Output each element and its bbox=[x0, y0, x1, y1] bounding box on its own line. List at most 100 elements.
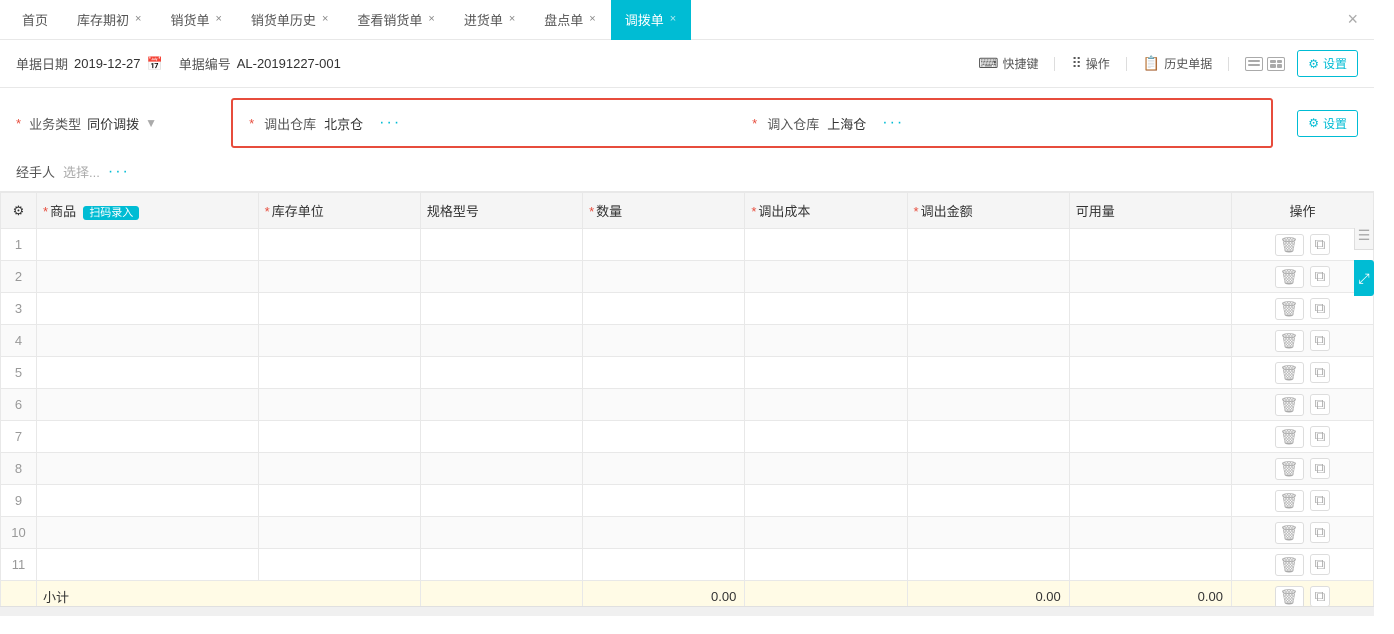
row-goods-1[interactable] bbox=[37, 229, 259, 261]
delete-icon-1[interactable]: 🗑 bbox=[1275, 234, 1304, 256]
row-goods-11[interactable] bbox=[37, 549, 259, 581]
tab-bar-close-btn[interactable]: × bbox=[1339, 9, 1366, 30]
row-qty-7[interactable] bbox=[583, 421, 745, 453]
delete-icon-10[interactable]: 🗑 bbox=[1275, 522, 1304, 544]
row-qty-6[interactable] bbox=[583, 389, 745, 421]
tab-inventory-close[interactable]: × bbox=[589, 14, 595, 25]
row-goods-4[interactable] bbox=[37, 325, 259, 357]
tab-purchase-order[interactable]: 进货单 × bbox=[450, 0, 530, 40]
copy-icon-11[interactable]: ⧉ bbox=[1310, 554, 1331, 575]
delete-icon-5[interactable]: 🗑 bbox=[1275, 362, 1304, 384]
tab-sales-order-label: 销货单 bbox=[170, 10, 209, 29]
copy-icon-1[interactable]: ⧉ bbox=[1310, 234, 1331, 255]
gear-icon: ⚙ bbox=[1308, 57, 1319, 71]
copy-icon-9[interactable]: ⧉ bbox=[1310, 490, 1331, 511]
row-qty-8[interactable] bbox=[583, 453, 745, 485]
row-cost-3[interactable] bbox=[745, 293, 907, 325]
row-cost-4[interactable] bbox=[745, 325, 907, 357]
row-goods-3[interactable] bbox=[37, 293, 259, 325]
row-goods-10[interactable] bbox=[37, 517, 259, 549]
scan-badge[interactable]: 扫码录入 bbox=[83, 206, 139, 220]
row-qty-2[interactable] bbox=[583, 261, 745, 293]
handler-more[interactable]: ··· bbox=[108, 163, 130, 181]
handler-select[interactable]: 选择... bbox=[63, 162, 100, 181]
row-qty-4[interactable] bbox=[583, 325, 745, 357]
copy-icon-5[interactable]: ⧉ bbox=[1310, 362, 1331, 383]
row-spec-5 bbox=[420, 357, 582, 389]
delete-icon-9[interactable]: 🗑 bbox=[1275, 490, 1304, 512]
row-goods-6[interactable] bbox=[37, 389, 259, 421]
row-qty-10[interactable] bbox=[583, 517, 745, 549]
row-cost-1[interactable] bbox=[745, 229, 907, 261]
row-cost-7[interactable] bbox=[745, 421, 907, 453]
delete-icon-3[interactable]: 🗑 bbox=[1275, 298, 1304, 320]
delete-icon-4[interactable]: 🗑 bbox=[1275, 330, 1304, 352]
tab-view-sales[interactable]: 查看销货单 × bbox=[343, 0, 449, 40]
operations-btn[interactable]: ⠿ 操作 bbox=[1071, 55, 1109, 72]
copy-icon-6[interactable]: ⧉ bbox=[1310, 394, 1331, 415]
shortcuts-btn[interactable]: ⌨ 快捷键 bbox=[978, 55, 1038, 72]
copy-icon-3[interactable]: ⧉ bbox=[1310, 298, 1331, 319]
th-gear[interactable]: ⚙ bbox=[1, 193, 37, 229]
row-goods-5[interactable] bbox=[37, 357, 259, 389]
view-toggle-grid[interactable] bbox=[1267, 57, 1285, 71]
row-qty-9[interactable] bbox=[583, 485, 745, 517]
copy-icon-2[interactable]: ⧉ bbox=[1310, 266, 1331, 287]
delete-icon-11[interactable]: 🗑 bbox=[1275, 554, 1304, 576]
tab-initial-stock[interactable]: 库存期初 × bbox=[63, 0, 156, 40]
row-goods-2[interactable] bbox=[37, 261, 259, 293]
delete-icon-6[interactable]: 🗑 bbox=[1275, 394, 1304, 416]
in-warehouse-value[interactable]: 上海仓 bbox=[827, 114, 866, 133]
row-qty-3[interactable] bbox=[583, 293, 745, 325]
column-settings-icon[interactable]: ⚙ bbox=[13, 203, 25, 218]
delete-icon-8[interactable]: 🗑 bbox=[1275, 458, 1304, 480]
out-warehouse-more[interactable]: ··· bbox=[379, 114, 401, 132]
row-cost-9[interactable] bbox=[745, 485, 907, 517]
calendar-icon[interactable]: 📅 bbox=[147, 56, 163, 72]
horizontal-scrollbar[interactable] bbox=[0, 606, 1374, 616]
row-cost-8[interactable] bbox=[745, 453, 907, 485]
out-warehouse-value[interactable]: 北京仓 bbox=[324, 114, 363, 133]
row-qty-1[interactable] bbox=[583, 229, 745, 261]
tab-sales-order[interactable]: 销货单 × bbox=[156, 0, 236, 40]
tab-sales-history[interactable]: 销货单历史 × bbox=[237, 0, 343, 40]
row-ops-4: 🗑 ⧉ bbox=[1231, 325, 1373, 357]
tab-sales-order-close[interactable]: × bbox=[215, 14, 221, 25]
tab-view-sales-close[interactable]: × bbox=[428, 14, 434, 25]
in-warehouse-more[interactable]: ··· bbox=[882, 114, 904, 132]
header-area: 单据日期 2019-12-27 📅 单据编号 AL-20191227-001 ⌨… bbox=[0, 40, 1374, 88]
row-goods-8[interactable] bbox=[37, 453, 259, 485]
biz-type-dropdown[interactable]: 同价调拨 ▼ bbox=[87, 114, 207, 133]
subtotal-copy-icon[interactable]: ⧉ bbox=[1310, 586, 1331, 606]
settings-btn[interactable]: ⚙ 设置 bbox=[1297, 50, 1358, 77]
delete-icon-2[interactable]: 🗑 bbox=[1275, 266, 1304, 288]
row-cost-6[interactable] bbox=[745, 389, 907, 421]
copy-icon-8[interactable]: ⧉ bbox=[1310, 458, 1331, 479]
tab-transfer-close[interactable]: × bbox=[670, 14, 676, 25]
copy-icon-4[interactable]: ⧉ bbox=[1310, 330, 1331, 351]
biz-type-field: * 业务类型 同价调拨 ▼ bbox=[16, 114, 207, 133]
subtotal-delete-icon[interactable]: 🗑 bbox=[1275, 586, 1304, 607]
tab-purchase-order-close[interactable]: × bbox=[509, 14, 515, 25]
history-btn[interactable]: 📋 历史单据 bbox=[1143, 55, 1212, 72]
row-cost-10[interactable] bbox=[745, 517, 907, 549]
row-cost-11[interactable] bbox=[745, 549, 907, 581]
tab-inventory[interactable]: 盘点单 × bbox=[530, 0, 610, 40]
delete-icon-7[interactable]: 🗑 bbox=[1275, 426, 1304, 448]
copy-icon-10[interactable]: ⧉ bbox=[1310, 522, 1331, 543]
tab-sales-history-close[interactable]: × bbox=[322, 14, 328, 25]
row-qty-11[interactable] bbox=[583, 549, 745, 581]
sidebar-expand-icon[interactable]: ⤢ bbox=[1354, 260, 1374, 296]
tab-transfer[interactable]: 调拨单 × bbox=[611, 0, 691, 40]
row-goods-7[interactable] bbox=[37, 421, 259, 453]
tab-home[interactable]: 首页 bbox=[8, 0, 63, 40]
row-cost-5[interactable] bbox=[745, 357, 907, 389]
doc-date-value[interactable]: 2019-12-27 bbox=[74, 56, 141, 71]
view-toggle-list[interactable] bbox=[1245, 57, 1263, 71]
row-goods-9[interactable] bbox=[37, 485, 259, 517]
row-cost-2[interactable] bbox=[745, 261, 907, 293]
copy-icon-7[interactable]: ⧉ bbox=[1310, 426, 1331, 447]
tab-initial-stock-close[interactable]: × bbox=[135, 14, 141, 25]
warehouse-settings-btn[interactable]: ⚙ 设置 bbox=[1297, 110, 1358, 137]
row-qty-5[interactable] bbox=[583, 357, 745, 389]
